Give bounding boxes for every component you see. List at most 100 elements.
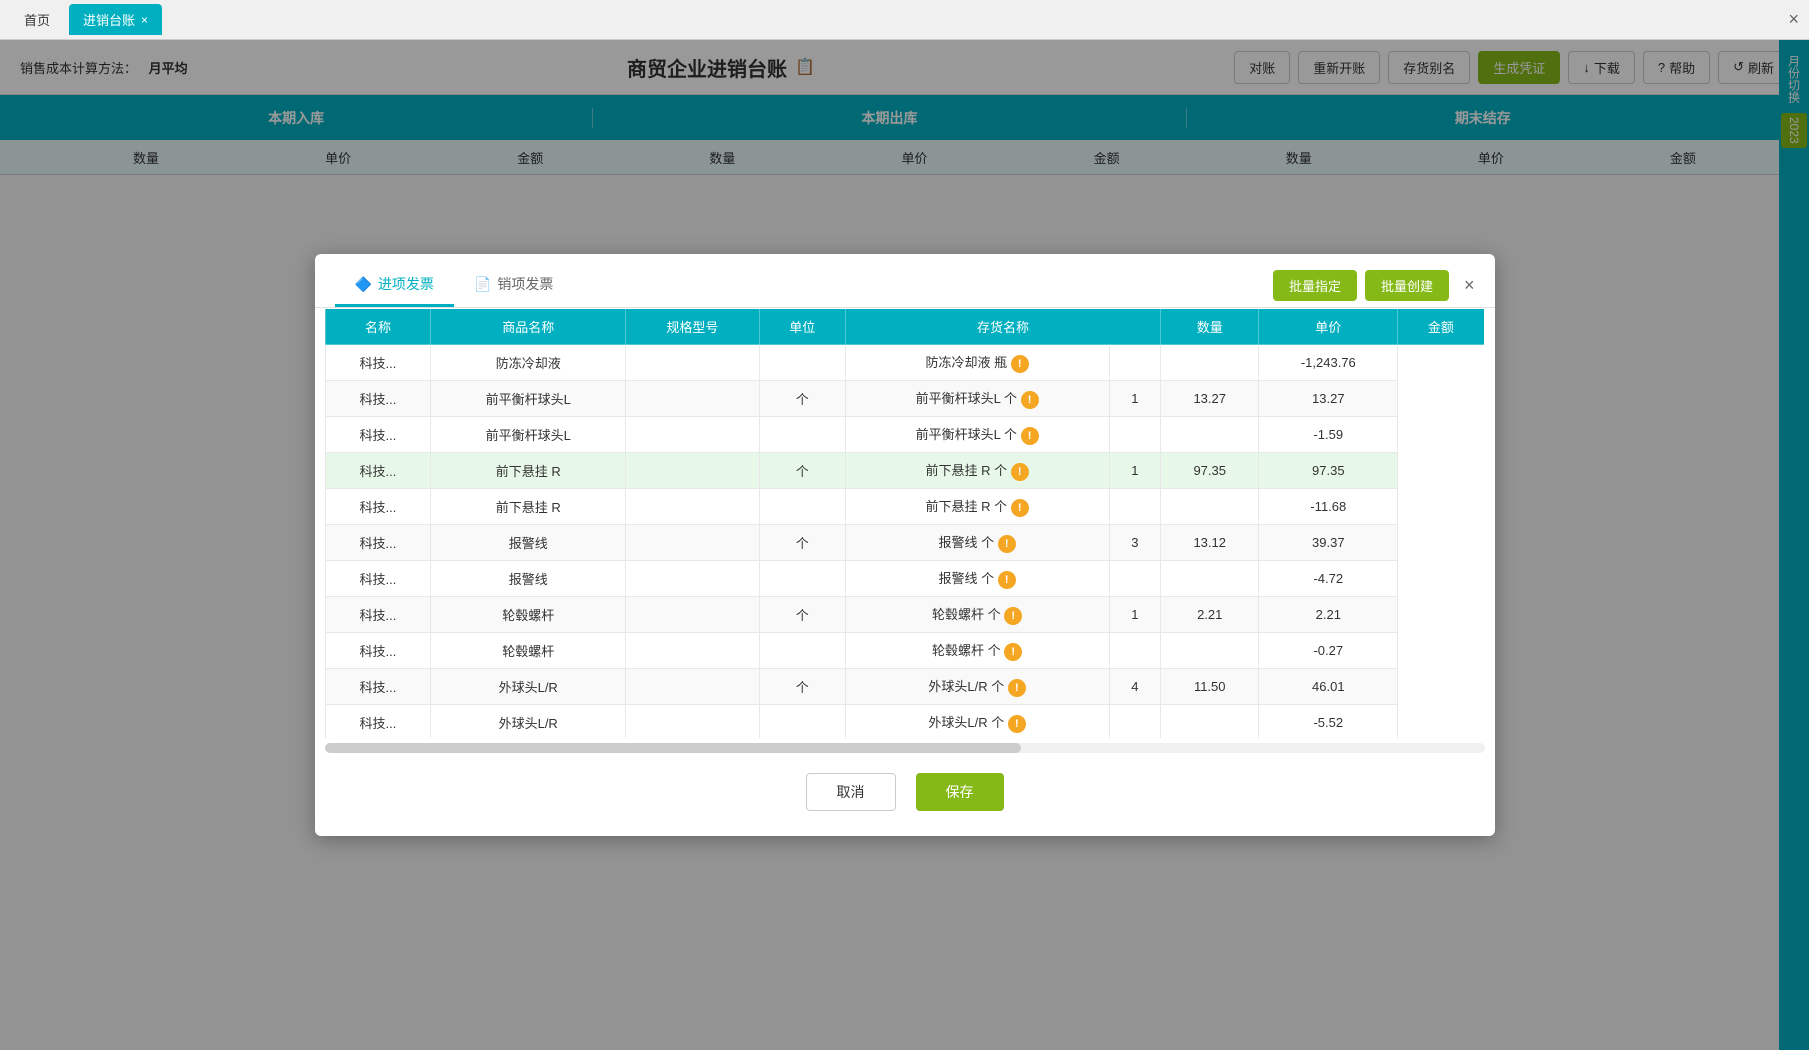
col-header-price: 单价 xyxy=(1259,309,1398,345)
cancel-button[interactable]: 取消 xyxy=(806,773,896,811)
cell-amount: 2.21 xyxy=(1259,597,1398,633)
table-row: 科技...前平衡杆球头L前平衡杆球头L 个 !-1.59 xyxy=(325,417,1484,453)
warning-icon: ! xyxy=(998,535,1016,553)
cell-price xyxy=(1161,561,1259,597)
cell-qty xyxy=(1109,489,1161,525)
cell-amount: -11.68 xyxy=(1259,489,1398,525)
cell-price xyxy=(1161,489,1259,525)
cell-unit: 个 xyxy=(759,525,845,561)
cell-qty xyxy=(1109,345,1161,381)
tab-active-close[interactable]: × xyxy=(141,13,148,27)
cell-spec xyxy=(626,345,760,381)
cell-name: 科技... xyxy=(325,453,431,489)
col-header-spec: 规格型号 xyxy=(626,309,760,345)
table-row: 科技...前下悬挂 R前下悬挂 R 个 !-11.68 xyxy=(325,489,1484,525)
horizontal-scrollbar[interactable] xyxy=(325,743,1485,753)
scrollbar-thumb[interactable] xyxy=(325,743,1021,753)
cell-product: 前平衡杆球头L xyxy=(431,381,626,417)
top-bar: 首页 进销台账 × × xyxy=(0,0,1809,40)
cell-stock: 前下悬挂 R 个 ! xyxy=(845,489,1109,525)
cell-amount: 13.27 xyxy=(1259,381,1398,417)
cell-stock: 轮毂螺杆 个 ! xyxy=(845,597,1109,633)
cell-product: 报警线 xyxy=(431,561,626,597)
warning-icon: ! xyxy=(998,571,1016,589)
cell-spec xyxy=(626,561,760,597)
cell-unit xyxy=(759,345,845,381)
cell-spec xyxy=(626,417,760,453)
table-row: 科技...外球头L/R外球头L/R 个 !-5.52 xyxy=(325,705,1484,739)
cell-qty xyxy=(1109,561,1161,597)
cell-stock: 外球头L/R 个 ! xyxy=(845,669,1109,705)
cell-name: 科技... xyxy=(325,561,431,597)
cell-amount: 39.37 xyxy=(1259,525,1398,561)
cell-price: 13.27 xyxy=(1161,381,1259,417)
cell-qty: 1 xyxy=(1109,597,1161,633)
warning-icon: ! xyxy=(1011,463,1029,481)
save-button[interactable]: 保存 xyxy=(916,773,1004,811)
warning-icon: ! xyxy=(1008,679,1026,697)
cell-spec xyxy=(626,669,760,705)
cell-spec xyxy=(626,633,760,669)
tab-active[interactable]: 进销台账 × xyxy=(69,4,162,35)
cell-unit xyxy=(759,633,845,669)
cell-qty xyxy=(1109,633,1161,669)
cell-qty xyxy=(1109,705,1161,739)
table-row: 科技...前下悬挂 R个前下悬挂 R 个 !197.3597.35 xyxy=(325,453,1484,489)
cell-name: 科技... xyxy=(325,525,431,561)
modal-overlay: 🔷 进项发票 📄 销项发票 批量指定 批量创建 × xyxy=(0,40,1809,1050)
cell-unit xyxy=(759,417,845,453)
tab-home[interactable]: 首页 xyxy=(10,4,64,35)
col-header-amount: 金额 xyxy=(1398,309,1484,345)
modal-footer: 取消 保存 xyxy=(315,758,1495,816)
cell-stock: 前下悬挂 R 个 ! xyxy=(845,453,1109,489)
cell-product: 外球头L/R xyxy=(431,705,626,739)
cell-stock: 轮毂螺杆 个 ! xyxy=(845,633,1109,669)
cell-unit: 个 xyxy=(759,453,845,489)
col-header-product: 商品名称 xyxy=(431,309,626,345)
cell-stock: 报警线 个 ! xyxy=(845,561,1109,597)
cell-qty: 4 xyxy=(1109,669,1161,705)
cell-qty xyxy=(1109,417,1161,453)
cell-spec xyxy=(626,381,760,417)
cell-price: 2.21 xyxy=(1161,597,1259,633)
batch-create-button[interactable]: 批量创建 xyxy=(1365,270,1449,301)
col-header-qty: 数量 xyxy=(1161,309,1259,345)
cell-price: 13.12 xyxy=(1161,525,1259,561)
warning-icon: ! xyxy=(1011,499,1029,517)
window-close-button[interactable]: × xyxy=(1788,9,1799,29)
warning-icon: ! xyxy=(1011,355,1029,373)
warning-icon: ! xyxy=(1004,607,1022,625)
cell-product: 报警线 xyxy=(431,525,626,561)
cell-price xyxy=(1161,633,1259,669)
col-header-name: 名称 xyxy=(325,309,431,345)
cell-spec xyxy=(626,525,760,561)
cell-product: 外球头L/R xyxy=(431,669,626,705)
warning-icon: ! xyxy=(1004,643,1022,661)
tab-inbound-invoice[interactable]: 🔷 进项发票 xyxy=(335,264,454,307)
batch-assign-button[interactable]: 批量指定 xyxy=(1273,270,1357,301)
cell-amount: -0.27 xyxy=(1259,633,1398,669)
warning-icon: ! xyxy=(1021,427,1039,445)
table-row: 科技...轮毂螺杆个轮毂螺杆 个 !12.212.21 xyxy=(325,597,1484,633)
cell-amount: -5.52 xyxy=(1259,705,1398,739)
cell-name: 科技... xyxy=(325,669,431,705)
col-header-unit: 单位 xyxy=(759,309,845,345)
cell-unit xyxy=(759,489,845,525)
cell-spec xyxy=(626,453,760,489)
tab-active-label: 进销台账 xyxy=(83,10,135,29)
modal-close-button[interactable]: × xyxy=(1464,275,1475,296)
cell-amount: -1,243.76 xyxy=(1259,345,1398,381)
cell-unit xyxy=(759,561,845,597)
cell-name: 科技... xyxy=(325,597,431,633)
outbound-tab-icon: 📄 xyxy=(474,276,491,293)
cell-name: 科技... xyxy=(325,489,431,525)
cell-name: 科技... xyxy=(325,417,431,453)
invoice-table: 名称 商品名称 规格型号 单位 存货名称 数量 单价 金额 科技...防冻冷却液… xyxy=(325,308,1485,738)
cell-product: 前平衡杆球头L xyxy=(431,417,626,453)
tab-outbound-invoice[interactable]: 📄 销项发票 xyxy=(454,264,573,307)
warning-icon: ! xyxy=(1008,715,1026,733)
cell-spec xyxy=(626,597,760,633)
modal-table-container[interactable]: 名称 商品名称 规格型号 单位 存货名称 数量 单价 金额 科技...防冻冷却液… xyxy=(315,308,1495,738)
cell-spec xyxy=(626,705,760,739)
cell-product: 轮毂螺杆 xyxy=(431,633,626,669)
